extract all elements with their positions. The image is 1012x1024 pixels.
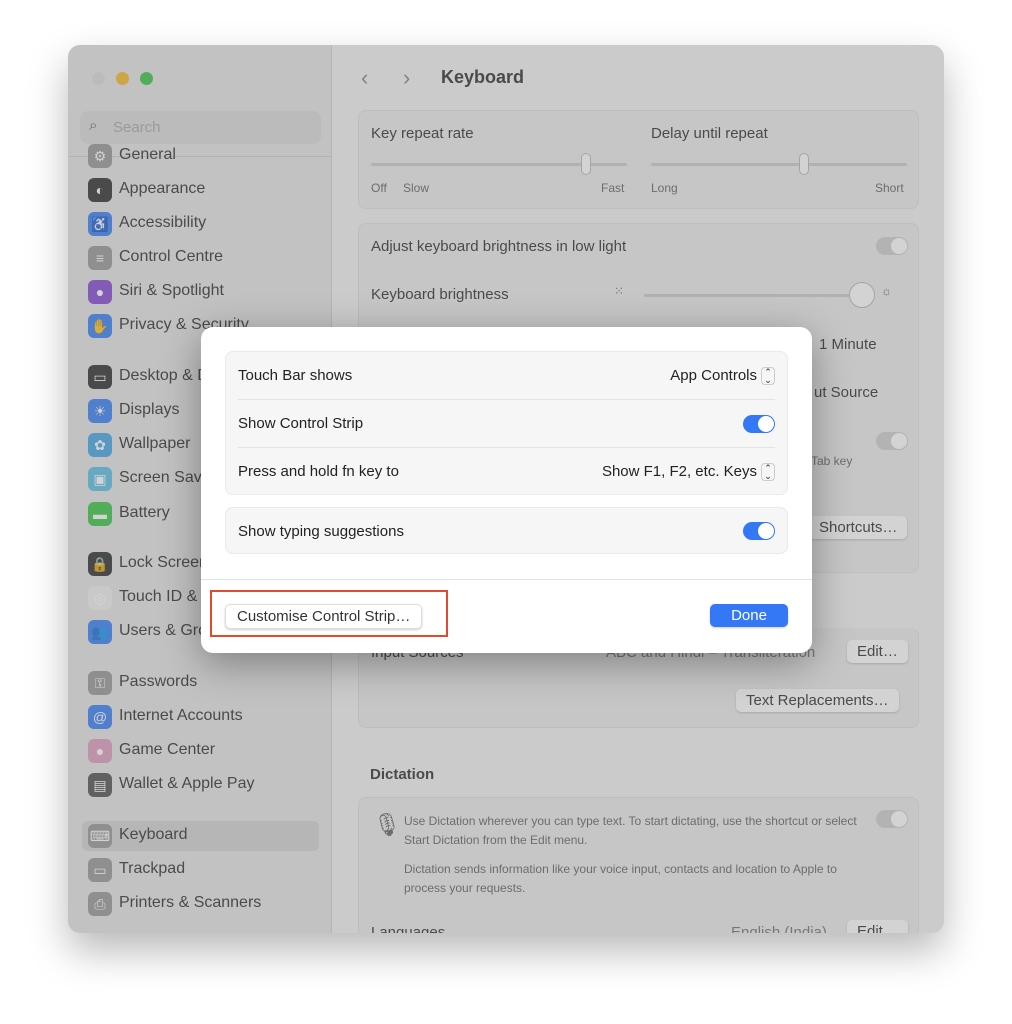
fn-key-row: Press and hold fn key to Show F1, F2, et… [238,448,775,496]
typing-suggestions-label: Show typing suggestions [238,523,404,540]
fn-key-label: Press and hold fn key to [238,463,399,480]
show-control-strip-label: Show Control Strip [238,415,364,432]
stepper-icon: ⌃ ⌄ [761,367,775,385]
show-control-strip-toggle[interactable] [743,415,775,433]
customise-control-strip-button[interactable]: Customise Control Strip… [225,604,423,629]
fn-key-value: Show F1, F2, etc. Keys [601,463,757,480]
typing-group: Show typing suggestions [225,507,788,554]
stepper-icon: ⌃ ⌄ [761,463,775,481]
touch-bar-settings-dialog: Touch Bar shows App Controls ⌃ ⌄ Show Cont… [201,327,812,653]
done-button[interactable]: Done [710,604,788,627]
typing-suggestions-toggle[interactable] [743,522,775,540]
typing-suggestions-row: Show typing suggestions [238,508,775,555]
divider [201,579,812,580]
fn-key-select[interactable]: Show F1, F2, etc. Keys ⌃ ⌄ [602,463,775,481]
touch-bar-shows-select[interactable]: App Controls ⌃ ⌄ [670,367,775,385]
touch-bar-group: Touch Bar shows App Controls ⌃ ⌄ Show Cont… [225,351,788,495]
touch-bar-shows-label: Touch Bar shows [238,367,353,384]
touch-bar-shows-value: App Controls [670,367,757,384]
show-control-strip-row: Show Control Strip [238,400,775,448]
touch-bar-shows-row: Touch Bar shows App Controls ⌃ ⌄ [238,352,775,400]
